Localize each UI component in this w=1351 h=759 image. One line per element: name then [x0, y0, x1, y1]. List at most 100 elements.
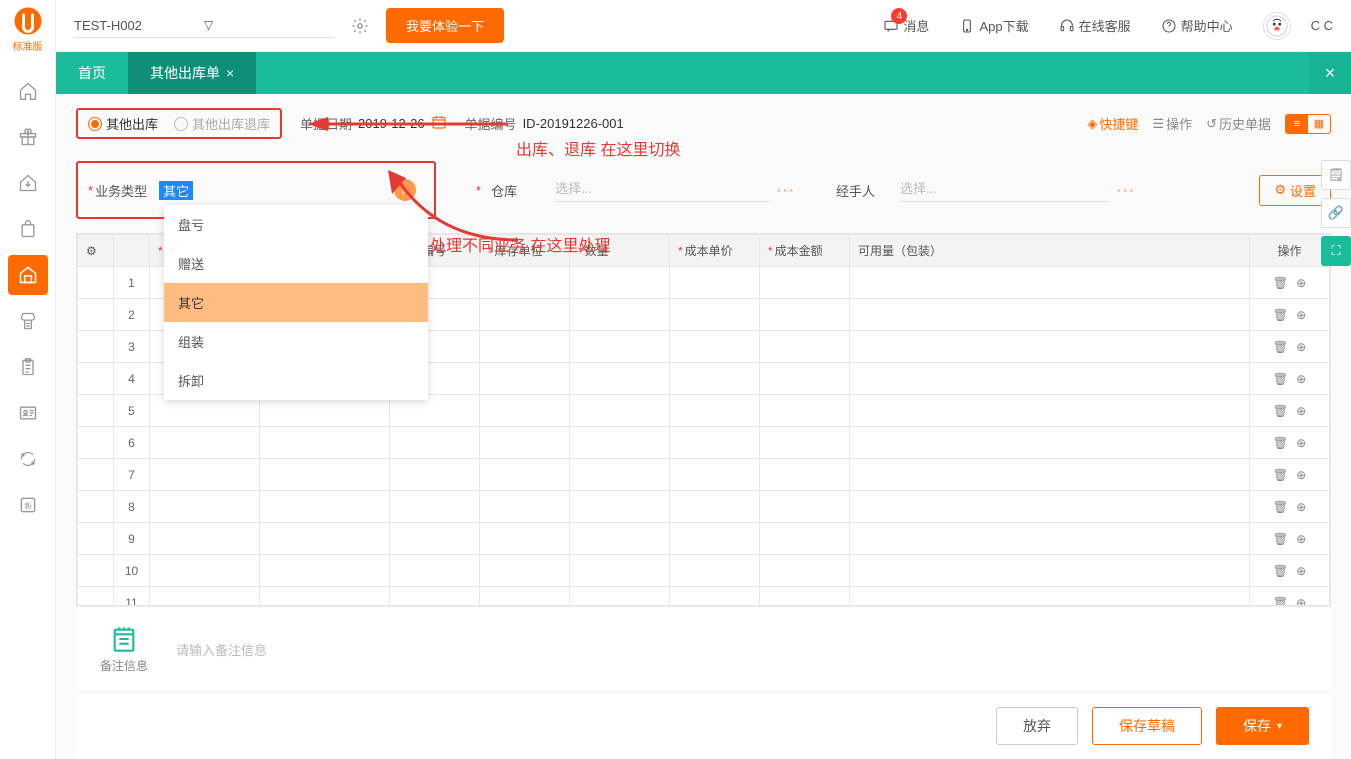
doc-number: 单据编号 ID-20191226-001 [465, 114, 624, 133]
save-draft-button[interactable]: 保存草稿 [1092, 707, 1202, 745]
topbar-support[interactable]: 在线客服 [1059, 16, 1131, 35]
delete-row-icon[interactable]: 🗑 [1273, 532, 1288, 546]
close-all-tabs-icon[interactable]: × [1309, 52, 1351, 94]
mode-outbound[interactable]: 其他出库 [88, 114, 158, 133]
gear-icon: ⚙ [1274, 182, 1286, 198]
biz-type-dropdown: 盘亏 赠送 其它 组装 拆卸 [164, 205, 428, 400]
calendar-icon[interactable] [431, 114, 447, 133]
nav-in-icon[interactable] [8, 163, 48, 203]
top-bar: TEST-H002 ▽ 我要体验一下 4 消息 App下载 在线客服 [56, 0, 1351, 52]
more-icon[interactable]: ··· [777, 183, 796, 198]
add-row-icon[interactable]: ⊕ [1296, 468, 1306, 482]
expand-icon[interactable]: ⛶ [1321, 236, 1351, 266]
table-row[interactable]: 11🗑⊕ [78, 587, 1330, 607]
discard-button[interactable]: 放弃 [996, 707, 1078, 745]
more-icon[interactable]: ··· [1117, 183, 1136, 198]
chevron-down-icon: ▾ [1277, 721, 1282, 732]
main-area: TEST-H002 ▽ 我要体验一下 4 消息 App下载 在线客服 [56, 0, 1351, 759]
topbar-help[interactable]: 帮助中心 [1161, 16, 1233, 35]
table-row[interactable]: 6🗑⊕ [78, 427, 1330, 459]
delete-row-icon[interactable]: 🗑 [1273, 500, 1288, 514]
nav-refresh-icon[interactable] [8, 439, 48, 479]
grid-view-icon[interactable]: ▦ [1308, 115, 1330, 133]
svg-text:新: 新 [24, 500, 32, 510]
biz-opt-0[interactable]: 盘亏 [164, 205, 428, 244]
view-toggle[interactable]: ≡ ▦ [1285, 114, 1331, 134]
business-type-field[interactable]: * 业务类型 其它 ʌ 盘亏 赠送 其它 组装 拆卸 [76, 161, 436, 219]
footer-actions: 放弃 保存草稿 保存▾ [76, 692, 1331, 759]
nav-bag-icon[interactable] [8, 209, 48, 249]
user-name: C C [1311, 18, 1333, 33]
org-select[interactable]: TEST-H002 ▽ [74, 14, 334, 38]
delete-row-icon[interactable]: 🗑 [1273, 340, 1288, 354]
user-avatar[interactable] [1263, 12, 1291, 40]
table-row[interactable]: 10🗑⊕ [78, 555, 1330, 587]
warehouse-field[interactable]: * 仓库 选择... ··· [476, 178, 796, 202]
nav-id-icon[interactable] [8, 393, 48, 433]
add-row-icon[interactable]: ⊕ [1296, 532, 1306, 546]
remark-icon: 备注信息 [100, 625, 148, 674]
table-row[interactable]: 7🗑⊕ [78, 459, 1330, 491]
note-icon[interactable]: 🗒 [1321, 160, 1351, 190]
delete-row-icon[interactable]: 🗑 [1273, 564, 1288, 578]
nav-gift-icon[interactable] [8, 117, 48, 157]
annotation-1: 出库、退库 在这里切换 [516, 136, 680, 160]
biz-opt-2[interactable]: 其它 [164, 283, 428, 322]
radio-off-icon [174, 117, 188, 131]
toolbar-history[interactable]: ↺ 历史单据 [1206, 114, 1271, 133]
org-settings-icon[interactable] [346, 12, 374, 40]
right-tool-rail: 🗒 🔗 ⛶ [1321, 160, 1351, 266]
left-nav-rail: 标准版 新 [0, 0, 56, 759]
handler-field[interactable]: 经手人 选择... ··· [836, 178, 1136, 202]
delete-row-icon[interactable]: 🗑 [1273, 404, 1288, 418]
version-label: 标准版 [13, 38, 43, 53]
org-name: TEST-H002 [74, 18, 204, 33]
nav-home-icon[interactable] [8, 71, 48, 111]
filter-row: * 业务类型 其它 ʌ 盘亏 赠送 其它 组装 拆卸 [76, 161, 1331, 219]
remark-input[interactable]: 请输入备注信息 [176, 640, 1307, 659]
app-logo [13, 6, 43, 36]
delete-row-icon[interactable]: 🗑 [1273, 276, 1288, 290]
topbar-messages[interactable]: 4 消息 [883, 16, 929, 35]
tab-home[interactable]: 首页 [56, 52, 128, 94]
add-row-icon[interactable]: ⊕ [1296, 564, 1306, 578]
add-row-icon[interactable]: ⊕ [1296, 308, 1306, 322]
table-row[interactable]: 9🗑⊕ [78, 523, 1330, 555]
save-button[interactable]: 保存▾ [1216, 707, 1309, 745]
add-row-icon[interactable]: ⊕ [1296, 436, 1306, 450]
add-row-icon[interactable]: ⊕ [1296, 404, 1306, 418]
content-area: 其他出库 其他出库退库 单据日期 2019-12-26 单据编号 [56, 94, 1351, 759]
add-row-icon[interactable]: ⊕ [1296, 276, 1306, 290]
add-row-icon[interactable]: ⊕ [1296, 372, 1306, 386]
add-row-icon[interactable]: ⊕ [1296, 340, 1306, 354]
biz-opt-3[interactable]: 组装 [164, 322, 428, 361]
delete-row-icon[interactable]: 🗑 [1273, 596, 1288, 607]
tab-other-outbound[interactable]: 其他出库单 × [128, 52, 256, 94]
biz-opt-1[interactable]: 赠送 [164, 244, 428, 283]
nav-money-icon[interactable] [8, 301, 48, 341]
list-view-icon[interactable]: ≡ [1286, 115, 1308, 133]
delete-row-icon[interactable]: 🗑 [1273, 436, 1288, 450]
close-icon[interactable]: × [226, 65, 234, 81]
nav-clipboard-icon[interactable] [8, 347, 48, 387]
nav-warehouse-icon[interactable] [8, 255, 48, 295]
toolbar-shortcut[interactable]: ◈ 快捷键 [1087, 114, 1138, 133]
remark-section: 备注信息 请输入备注信息 [76, 606, 1331, 692]
mode-radio-group: 其他出库 其他出库退库 [76, 108, 282, 139]
chevron-up-icon[interactable]: ʌ [394, 179, 416, 201]
delete-row-icon[interactable]: 🗑 [1273, 468, 1288, 482]
link-icon[interactable]: 🔗 [1321, 198, 1351, 228]
biz-opt-4[interactable]: 拆卸 [164, 361, 428, 400]
add-row-icon[interactable]: ⊕ [1296, 500, 1306, 514]
col-config-icon[interactable]: ⚙ [78, 235, 114, 267]
nav-new-icon[interactable]: 新 [8, 485, 48, 525]
toolbar-operate[interactable]: ☰ 操作 [1152, 114, 1192, 133]
delete-row-icon[interactable]: 🗑 [1273, 372, 1288, 386]
experience-button[interactable]: 我要体验一下 [386, 8, 504, 43]
chevron-down-icon: ▽ [204, 18, 334, 32]
topbar-app-download[interactable]: App下载 [959, 16, 1028, 35]
table-row[interactable]: 8🗑⊕ [78, 491, 1330, 523]
delete-row-icon[interactable]: 🗑 [1273, 308, 1288, 322]
mode-return[interactable]: 其他出库退库 [174, 114, 270, 133]
add-row-icon[interactable]: ⊕ [1296, 596, 1306, 607]
